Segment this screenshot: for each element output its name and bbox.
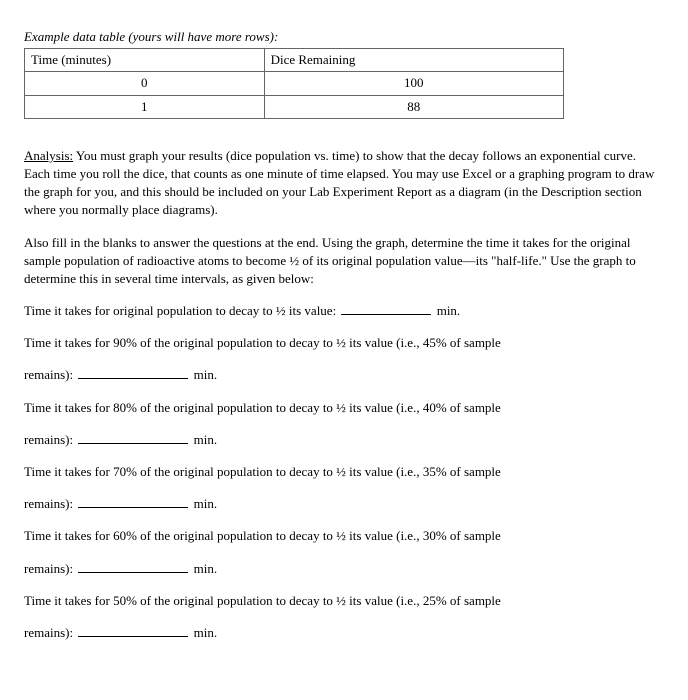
question-1: Time it takes for original population to… <box>24 302 664 320</box>
question-5: Time it takes for 60% of the original po… <box>24 527 664 577</box>
question-3: Time it takes for 80% of the original po… <box>24 399 664 449</box>
analysis-label: Analysis: <box>24 148 73 163</box>
blank-field <box>78 367 188 379</box>
question-text-line2: remains): <box>24 625 73 640</box>
question-4: Time it takes for 70% of the original po… <box>24 463 664 513</box>
unit-label: min. <box>194 625 217 640</box>
table-cell-time: 1 <box>25 95 265 118</box>
data-table: Time (minutes) Dice Remaining 0 100 1 88 <box>24 48 564 119</box>
example-table-heading: Example data table (yours will have more… <box>24 28 664 46</box>
question-text-line1: Time it takes for 60% of the original po… <box>24 527 664 545</box>
table-row: 1 88 <box>25 95 564 118</box>
table-cell-time: 0 <box>25 72 265 95</box>
blank-field <box>78 561 188 573</box>
table-cell-dice: 100 <box>264 72 563 95</box>
question-text-line1: Time it takes for 50% of the original po… <box>24 592 664 610</box>
analysis-text: You must graph your results (dice popula… <box>24 148 654 218</box>
question-text-line2: remains): <box>24 561 73 576</box>
table-header-row: Time (minutes) Dice Remaining <box>25 49 564 72</box>
question-text-line1: Time it takes for 90% of the original po… <box>24 334 664 352</box>
unit-label: min. <box>194 367 217 382</box>
blank-field <box>78 432 188 444</box>
blank-field <box>78 496 188 508</box>
table-header-dice: Dice Remaining <box>264 49 563 72</box>
question-text-line1: Time it takes for 80% of the original po… <box>24 399 664 417</box>
question-2: Time it takes for 90% of the original po… <box>24 334 664 384</box>
question-text-line2: remains): <box>24 432 73 447</box>
question-text-line1: Time it takes for 70% of the original po… <box>24 463 664 481</box>
instructions-paragraph: Also fill in the blanks to answer the qu… <box>24 234 664 289</box>
unit-label: min. <box>194 432 217 447</box>
table-header-time: Time (minutes) <box>25 49 265 72</box>
question-text-line2: remains): <box>24 496 73 511</box>
question-text-line2: remains): <box>24 367 73 382</box>
question-6: Time it takes for 50% of the original po… <box>24 592 664 642</box>
blank-field <box>341 303 431 315</box>
table-cell-dice: 88 <box>264 95 563 118</box>
table-row: 0 100 <box>25 72 564 95</box>
unit-label: min. <box>437 303 460 318</box>
unit-label: min. <box>194 496 217 511</box>
blank-field <box>78 625 188 637</box>
analysis-paragraph: Analysis: You must graph your results (d… <box>24 147 664 220</box>
unit-label: min. <box>194 561 217 576</box>
question-text: Time it takes for original population to… <box>24 303 336 318</box>
